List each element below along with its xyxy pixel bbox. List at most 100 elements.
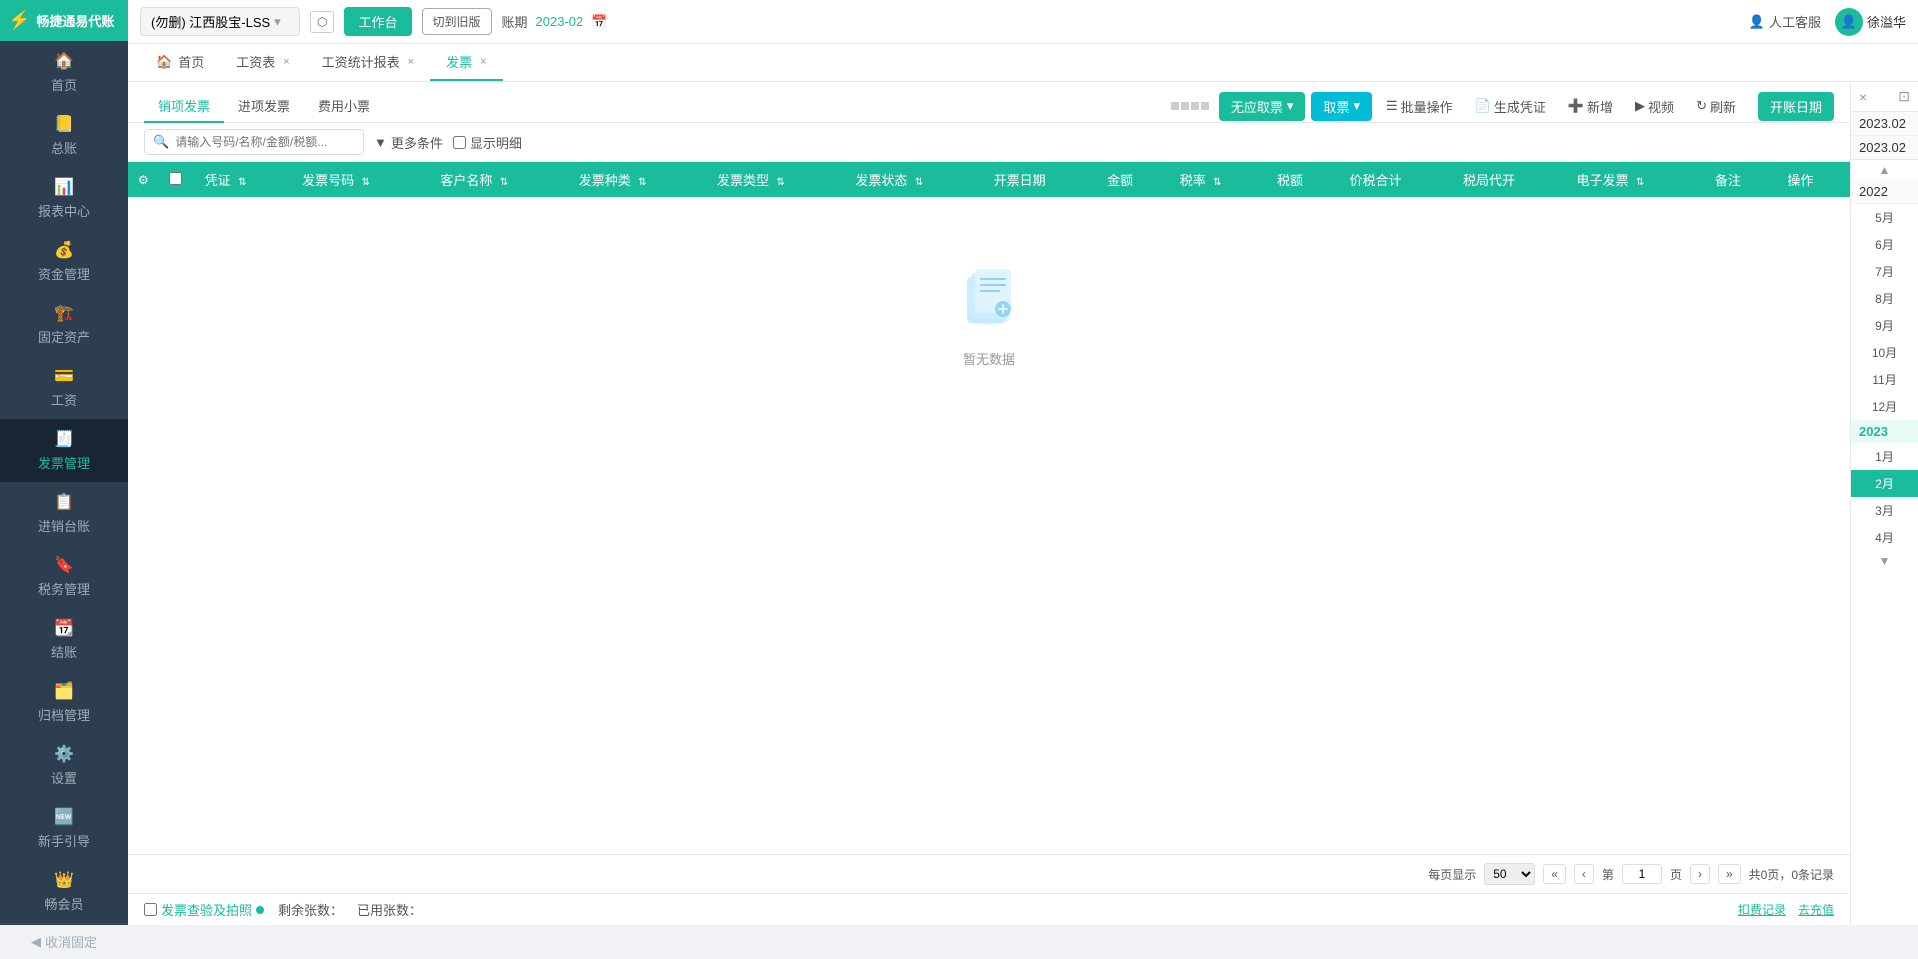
deduct-button[interactable]: 取票 ▾ bbox=[1311, 92, 1372, 121]
invoice-no-sort-icon[interactable]: ⇅ bbox=[361, 177, 369, 188]
sidebar-item-assets[interactable]: 🏗️ 固定资产 bbox=[0, 293, 128, 356]
salary-report-tab-close[interactable]: × bbox=[408, 56, 414, 68]
switch-version-button[interactable]: 切到旧版 bbox=[422, 8, 492, 35]
month-2022-9[interactable]: 9月 bbox=[1851, 312, 1918, 339]
more-conditions-button[interactable]: ▼ 更多条件 bbox=[374, 133, 443, 152]
month-2022-12[interactable]: 12月 bbox=[1851, 393, 1918, 420]
last-page-button[interactable]: » bbox=[1718, 864, 1741, 884]
month-2023-2[interactable]: 2月 bbox=[1851, 470, 1918, 497]
subtab-purchase-invoice[interactable]: 进项发票 bbox=[224, 90, 304, 123]
company-selector[interactable]: (勿删) 江西股宝-LSS ▾ bbox=[140, 7, 300, 36]
sidebar-item-ledger[interactable]: 📒 总账 bbox=[0, 104, 128, 167]
search-box[interactable]: 🔍 bbox=[144, 129, 364, 155]
user-menu[interactable]: 👤 徐溢华 bbox=[1835, 8, 1906, 36]
th-checkbox[interactable] bbox=[159, 162, 195, 197]
invoice-type-sort-icon[interactable]: ⇅ bbox=[638, 177, 646, 188]
month-2022-11[interactable]: 11月 bbox=[1851, 366, 1918, 393]
sidebar-item-salary[interactable]: 💳 工资 bbox=[0, 356, 128, 419]
sidebar-item-capital[interactable]: 💰 资金管理 bbox=[0, 230, 128, 293]
sidebar-item-invoice[interactable]: 🧾 发票管理 bbox=[0, 419, 128, 482]
sidebar-item-reports[interactable]: 📊 报表中心 bbox=[0, 167, 128, 230]
invoice-status-sort-icon[interactable]: ⇅ bbox=[915, 177, 923, 188]
th-invoice-no: 发票号码 ⇅ bbox=[292, 162, 430, 197]
sidebar-item-close[interactable]: 📆 结账 bbox=[0, 608, 128, 671]
date-nav-up[interactable]: ▲ bbox=[1851, 160, 1918, 180]
th-tax-bureau-label: 税局代开 bbox=[1463, 173, 1515, 188]
next-page-button[interactable]: › bbox=[1690, 864, 1710, 884]
footer-links: 扣费记录 去充值 bbox=[1738, 901, 1834, 918]
month-2023-4[interactable]: 4月 bbox=[1851, 524, 1918, 551]
month-2023-1[interactable]: 1月 bbox=[1851, 443, 1918, 470]
refresh-button[interactable]: ↻ 刷新 bbox=[1688, 93, 1744, 120]
th-total: 价税合计 bbox=[1340, 162, 1454, 197]
sidebar-item-sales[interactable]: 📋 进销台账 bbox=[0, 482, 128, 545]
page-suffix-label: 页 bbox=[1670, 866, 1682, 883]
home-tab-icon: 🏠 bbox=[156, 54, 172, 70]
sidebar-item-archive[interactable]: 🗂️ 归档管理 bbox=[0, 671, 128, 734]
th-settings[interactable]: ⚙ bbox=[128, 162, 159, 197]
open-period-button[interactable]: 开账日期 bbox=[1758, 92, 1834, 121]
salary-tab-close[interactable]: × bbox=[283, 56, 289, 68]
electronic-sort-icon[interactable]: ⇅ bbox=[1636, 177, 1644, 188]
sidebar-capital-label: 资金管理 bbox=[38, 264, 90, 283]
date-panel-expand-button[interactable]: ⊡ bbox=[1898, 88, 1910, 105]
grid-view-icon[interactable] bbox=[1167, 98, 1213, 114]
tab-home[interactable]: 🏠 首页 bbox=[140, 44, 220, 81]
tab-salary[interactable]: 工资表 × bbox=[220, 44, 305, 81]
date-nav-down[interactable]: ▼ bbox=[1851, 551, 1918, 571]
billing-record-link[interactable]: 扣费记录 bbox=[1738, 901, 1786, 918]
first-page-button[interactable]: « bbox=[1543, 864, 1566, 884]
subtab-expense-receipt[interactable]: 费用小票 bbox=[304, 90, 384, 123]
tax-rate-sort-icon[interactable]: ⇅ bbox=[1213, 177, 1221, 188]
sidebar-collapse-button[interactable]: ◀ 收消固定 bbox=[0, 924, 128, 959]
th-electronic: 电子发票 ⇅ bbox=[1567, 162, 1705, 197]
tabbar: 🏠 首页 工资表 × 工资统计报表 × 发票 × bbox=[128, 44, 1918, 82]
month-2022-5[interactable]: 5月 bbox=[1851, 204, 1918, 231]
workspace-button[interactable]: 工作台 bbox=[344, 7, 411, 36]
voucher-sort-icon[interactable]: ⇅ bbox=[238, 177, 246, 188]
content-area: 销项发票 进项发票 费用小票 无应取票 ▾ bbox=[128, 82, 1918, 925]
sidebar-item-home[interactable]: 🏠 首页 bbox=[0, 41, 128, 104]
generate-voucher-button[interactable]: 📄 生成凭证 bbox=[1467, 93, 1554, 120]
invoice-verify-checkbox[interactable] bbox=[144, 903, 157, 916]
batch-ops-button[interactable]: ☰ 批量操作 bbox=[1378, 93, 1461, 120]
logo-icon: ⚡ bbox=[8, 10, 30, 31]
show-detail-checkbox[interactable]: 显示明细 bbox=[453, 133, 522, 152]
new-button[interactable]: ➕ 新增 bbox=[1560, 93, 1621, 120]
copy-button[interactable]: ⬡ bbox=[310, 11, 334, 33]
sidebar-item-settings[interactable]: ⚙️ 设置 bbox=[0, 734, 128, 797]
open-period-label: 开账日期 bbox=[1770, 97, 1822, 116]
customer-sort-icon[interactable]: ⇅ bbox=[500, 177, 508, 188]
th-tax-rate-label: 税率 bbox=[1180, 173, 1206, 188]
invoice-category-sort-icon[interactable]: ⇅ bbox=[776, 177, 784, 188]
username: 徐溢华 bbox=[1867, 12, 1906, 31]
no-deduct-button[interactable]: 无应取票 ▾ bbox=[1219, 92, 1306, 121]
invoice-tab-close[interactable]: × bbox=[480, 56, 486, 68]
month-2022-8[interactable]: 8月 bbox=[1851, 285, 1918, 312]
footer-bar: 发票查验及拍照 剩余张数： 已用张数： 扣费记录 去充值 bbox=[128, 893, 1850, 925]
month-2022-10[interactable]: 10月 bbox=[1851, 339, 1918, 366]
search-input[interactable] bbox=[175, 135, 355, 149]
tab-invoice[interactable]: 发票 × bbox=[430, 44, 502, 81]
prev-page-button[interactable]: ‹ bbox=[1574, 864, 1594, 884]
month-2022-6[interactable]: 6月 bbox=[1851, 231, 1918, 258]
page-number-input[interactable] bbox=[1622, 864, 1662, 884]
month-2022-7[interactable]: 7月 bbox=[1851, 258, 1918, 285]
video-button[interactable]: ▶ 视频 bbox=[1627, 93, 1682, 120]
sidebar-item-member[interactable]: 👑 畅会员 bbox=[0, 860, 128, 923]
sidebar-ledger-label: 总账 bbox=[51, 138, 77, 157]
salary-icon: 💳 bbox=[54, 366, 74, 386]
th-total-label: 价税合计 bbox=[1350, 173, 1402, 188]
th-tax-rate: 税率 ⇅ bbox=[1170, 162, 1267, 197]
support-button[interactable]: 👤 人工客服 bbox=[1749, 12, 1821, 31]
show-detail-check[interactable] bbox=[453, 136, 466, 149]
sidebar-item-tax[interactable]: 🔖 税务管理 bbox=[0, 545, 128, 608]
tab-salary-report[interactable]: 工资统计报表 × bbox=[306, 44, 430, 81]
recharge-link[interactable]: 去充值 bbox=[1798, 901, 1834, 918]
subtab-sales-invoice[interactable]: 销项发票 bbox=[144, 90, 224, 123]
page-size-select[interactable]: 50 10 20 100 bbox=[1484, 863, 1535, 885]
sidebar-item-guide[interactable]: 🆕 新手引导 bbox=[0, 797, 128, 860]
month-2023-3[interactable]: 3月 bbox=[1851, 497, 1918, 524]
date-panel-close-button[interactable]: × bbox=[1859, 89, 1867, 105]
select-all-checkbox[interactable] bbox=[169, 172, 182, 185]
